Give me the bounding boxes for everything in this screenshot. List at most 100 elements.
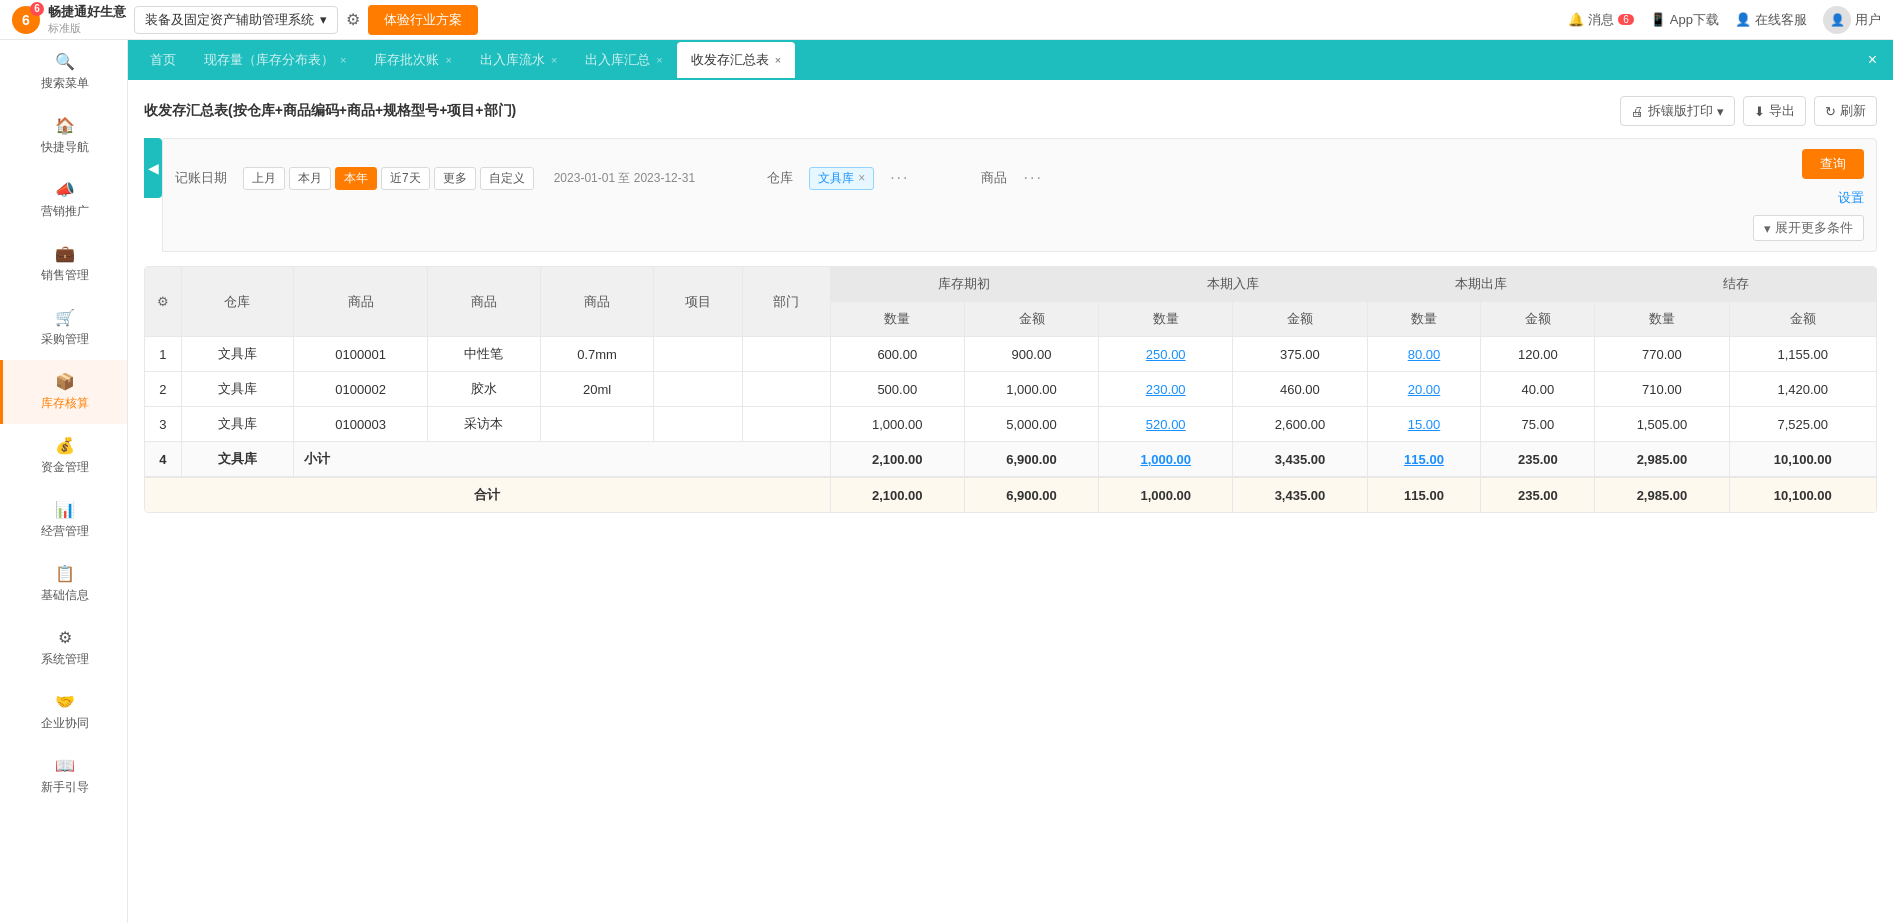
- th-dept: 部门: [742, 267, 830, 337]
- cell-out-qty[interactable]: 15.00: [1367, 407, 1481, 442]
- cell-in-amt: 375.00: [1233, 337, 1367, 372]
- subtotal-balance-qty: 2,985.00: [1595, 442, 1729, 478]
- system-selector[interactable]: 装备及固定资产辅助管理系统 ▾: [134, 6, 338, 34]
- expand-conditions-button[interactable]: ▾ 展开更多条件: [1753, 215, 1864, 241]
- tab-flow[interactable]: 出入库流水 ×: [466, 42, 571, 78]
- cell-out-qty[interactable]: 20.00: [1367, 372, 1481, 407]
- date-label: 记账日期: [175, 169, 227, 187]
- th-group-opening: 库存期初: [830, 267, 1098, 302]
- refresh-button[interactable]: ↻ 刷新: [1814, 96, 1877, 126]
- cell-no: 2: [145, 372, 181, 407]
- chevron-down-icon: ▾: [320, 12, 327, 27]
- th-out-amt: 金额: [1481, 302, 1595, 337]
- table-row: 2 文具库 0100002 胶水 20ml 500.00 1,000.00 23…: [145, 372, 1876, 407]
- tab-close-stock-dist[interactable]: ×: [340, 54, 346, 66]
- tab-stock-dist[interactable]: 现存量（库存分布表） ×: [190, 42, 360, 78]
- cell-warehouse: 文具库: [181, 372, 293, 407]
- tab-recv-send[interactable]: 收发存汇总表 ×: [677, 42, 795, 78]
- tab-summary[interactable]: 出入库汇总 ×: [571, 42, 676, 78]
- th-in-qty: 数量: [1099, 302, 1233, 337]
- user-menu-button[interactable]: 👤 用户: [1823, 6, 1881, 34]
- try-industry-button[interactable]: 体验行业方案: [368, 5, 478, 35]
- tab-bar-close-button[interactable]: ×: [1860, 51, 1885, 69]
- gear-icon[interactable]: ⚙: [346, 10, 360, 29]
- date-btn-last-month[interactable]: 上月: [243, 167, 285, 190]
- cell-out-qty[interactable]: 80.00: [1367, 337, 1481, 372]
- date-btn-more[interactable]: 更多: [434, 167, 476, 190]
- th-warehouse: 仓库: [181, 267, 293, 337]
- date-btn-custom[interactable]: 自定义: [480, 167, 534, 190]
- sidebar-item-inventory[interactable]: 📦 库存核算: [0, 360, 127, 424]
- date-btn-7days[interactable]: 近7天: [381, 167, 430, 190]
- print-button[interactable]: 🖨 拆镶版打印 ▾: [1620, 96, 1735, 126]
- query-button[interactable]: 查询: [1802, 149, 1864, 179]
- basic-icon: 📋: [55, 564, 75, 583]
- sidebar-item-sales[interactable]: 💼 销售管理: [0, 232, 127, 296]
- tab-close-summary[interactable]: ×: [656, 54, 662, 66]
- app-download-button[interactable]: 📱 App下载: [1650, 11, 1719, 29]
- tab-close-flow[interactable]: ×: [551, 54, 557, 66]
- warehouse-tag-close[interactable]: ×: [858, 171, 865, 185]
- sales-icon: 💼: [55, 244, 75, 263]
- bell-icon: 🔔: [1568, 12, 1584, 27]
- cell-dept: [742, 337, 830, 372]
- tab-close-recv-send[interactable]: ×: [775, 54, 781, 66]
- query-area: 查询 设置: [1802, 149, 1864, 207]
- cell-dept: [742, 407, 830, 442]
- cell-no: 3: [145, 407, 181, 442]
- search-icon: 🔍: [55, 52, 75, 71]
- chevron-print-icon: ▾: [1717, 104, 1724, 119]
- page-content: 收发存汇总表(按仓库+商品编码+商品+规格型号+项目+部门) 🖨 拆镶版打印 ▾…: [128, 80, 1893, 923]
- export-button[interactable]: ⬇ 导出: [1743, 96, 1806, 126]
- sidebar-item-basic[interactable]: 📋 基础信息: [0, 552, 127, 616]
- cell-balance-amt: 7,525.00: [1729, 407, 1876, 442]
- sidebar-item-search[interactable]: 🔍 搜索菜单: [0, 40, 127, 104]
- inventory-icon: 📦: [55, 372, 75, 391]
- total-opening-qty: 2,100.00: [830, 477, 964, 512]
- chevron-expand-icon: ▾: [1764, 221, 1771, 236]
- total-out-qty: 115.00: [1367, 477, 1481, 512]
- cell-goods-code: 0100003: [293, 407, 427, 442]
- app-edition: 标准版: [48, 21, 126, 36]
- th-group-out: 本期出库: [1367, 267, 1595, 302]
- total-balance-amt: 10,100.00: [1729, 477, 1876, 512]
- filter-toggle[interactable]: ◀: [144, 138, 162, 198]
- sidebar-item-system[interactable]: ⚙ 系统管理: [0, 616, 127, 680]
- settings-link[interactable]: 设置: [1838, 189, 1864, 207]
- table-row: 3 文具库 0100003 采访本 1,000.00 5,000.00 520.…: [145, 407, 1876, 442]
- notification-button[interactable]: 🔔 消息 6: [1568, 11, 1634, 29]
- warehouse-more-dots[interactable]: ···: [890, 169, 909, 187]
- online-service-button[interactable]: 👤 在线客服: [1735, 11, 1807, 29]
- filter-area: 记账日期 上月 本月 本年 近7天 更多 自定义 2023-01-01 至 20…: [162, 138, 1877, 252]
- data-table: ⚙ 仓库 商品 商品 商品 项目 部门 库存期初 本期入库: [145, 267, 1876, 512]
- tab-home[interactable]: 首页: [136, 42, 190, 78]
- cell-dept: [742, 372, 830, 407]
- tab-close-batch[interactable]: ×: [445, 54, 451, 66]
- cell-out-amt: 120.00: [1481, 337, 1595, 372]
- th-opening-amt: 金额: [964, 302, 1098, 337]
- sidebar-item-guide[interactable]: 📖 新手引导: [0, 744, 127, 808]
- sidebar-item-enterprise[interactable]: 🤝 企业协同: [0, 680, 127, 744]
- cell-in-qty[interactable]: 520.00: [1099, 407, 1233, 442]
- table-settings-icon[interactable]: ⚙: [157, 294, 169, 309]
- sidebar-item-quick[interactable]: 🏠 快捷导航: [0, 104, 127, 168]
- date-btn-this-month[interactable]: 本月: [289, 167, 331, 190]
- sidebar-item-finance[interactable]: 💰 资金管理: [0, 424, 127, 488]
- goods-more-dots[interactable]: ···: [1023, 169, 1042, 187]
- sidebar-item-marketing[interactable]: 📣 营销推广: [0, 168, 127, 232]
- th-settings[interactable]: ⚙: [145, 267, 181, 337]
- subtotal-in-qty[interactable]: 1,000.00: [1099, 442, 1233, 478]
- cell-out-amt: 75.00: [1481, 407, 1595, 442]
- th-group-in: 本期入库: [1099, 267, 1367, 302]
- cell-warehouse: 文具库: [181, 337, 293, 372]
- th-group-balance: 结存: [1595, 267, 1876, 302]
- home-icon: 🏠: [55, 116, 75, 135]
- sidebar-item-operations[interactable]: 📊 经营管理: [0, 488, 127, 552]
- date-btn-this-year[interactable]: 本年: [335, 167, 377, 190]
- cell-in-qty[interactable]: 250.00: [1099, 337, 1233, 372]
- cell-opening-qty: 600.00: [830, 337, 964, 372]
- tab-batch[interactable]: 库存批次账 ×: [360, 42, 465, 78]
- cell-in-qty[interactable]: 230.00: [1099, 372, 1233, 407]
- sidebar-item-purchase[interactable]: 🛒 采购管理: [0, 296, 127, 360]
- subtotal-out-qty[interactable]: 115.00: [1367, 442, 1481, 478]
